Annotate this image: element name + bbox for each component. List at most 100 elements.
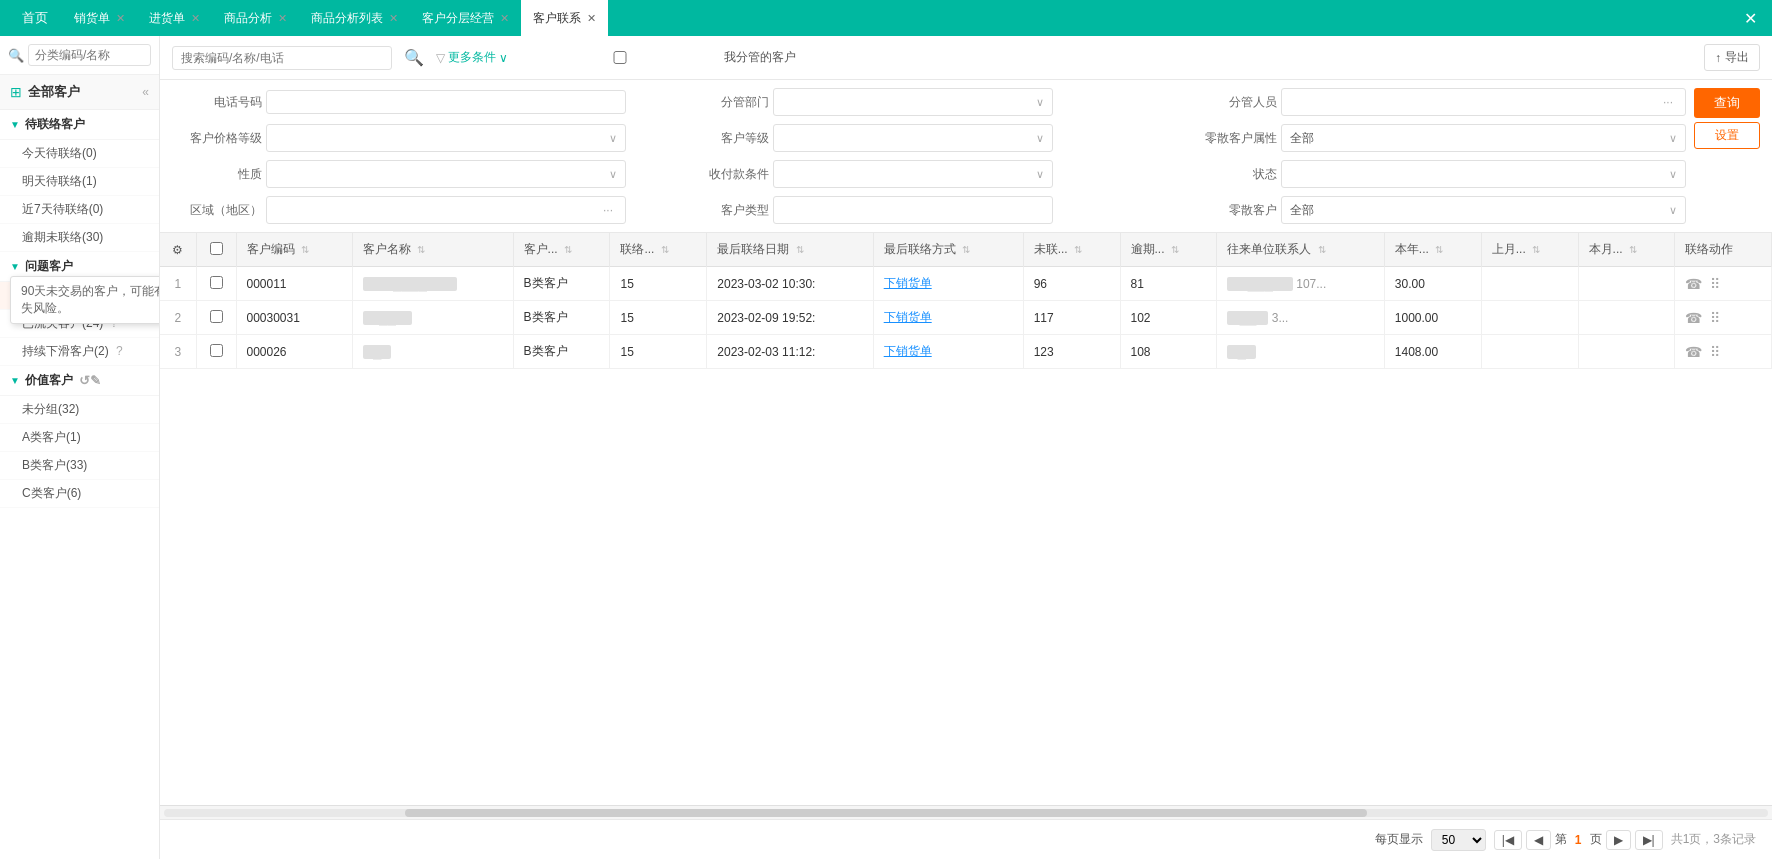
price-level-select[interactable]: ∨ [266, 124, 626, 152]
sidebar-item-today-pending[interactable]: 今天待联络(0) [0, 140, 159, 168]
settings-button[interactable]: 设置 [1694, 122, 1760, 149]
sidebar-item-overdue-pending[interactable]: 逾期未联络(30) [0, 224, 159, 252]
close-customer-segment-icon[interactable]: ✕ [500, 12, 509, 25]
customer-table: ⚙ 客户编码 ⇅ 客户名称 ⇅ [160, 233, 1772, 369]
scatter-attr-select[interactable]: 全部 ∨ [1281, 124, 1686, 152]
tab-purchase-order[interactable]: 进货单 ✕ [137, 0, 212, 36]
page-label: 第 [1555, 831, 1567, 848]
next-page-button[interactable]: ▶ [1606, 830, 1631, 850]
pending-contact-section[interactable]: ▼ 待联络客户 [0, 110, 159, 140]
scrollbar-track[interactable] [164, 809, 1768, 817]
row-2-way-link[interactable]: 下销货单 [884, 310, 932, 324]
sort-icon-thismonth[interactable]: ⇅ [1629, 244, 1637, 255]
dept-select[interactable]: ∨ [773, 88, 1053, 116]
row-2-code: 00030031 [236, 301, 352, 335]
my-customers-checkbox[interactable] [520, 51, 720, 64]
region-ellipsis-icon[interactable]: ··· [599, 203, 617, 217]
tab-product-analysis[interactable]: 商品分析 ✕ [212, 0, 299, 36]
sidebar-item-ungrouped[interactable]: 未分组(32) [0, 396, 159, 424]
row-checkbox-3[interactable] [196, 335, 236, 369]
row-1-contact-icon[interactable]: ☎ [1685, 276, 1702, 292]
sort-icon-notcontacted[interactable]: ⇅ [1074, 244, 1082, 255]
close-product-analysis-list-icon[interactable]: ✕ [389, 12, 398, 25]
value-customers-section[interactable]: ▼ 价值客户 ↺ ✎ [0, 366, 159, 396]
close-window-button[interactable]: ✕ [1736, 4, 1764, 32]
sort-icon-contact[interactable]: ⇅ [661, 244, 669, 255]
per-page-select[interactable]: 50 100 200 [1431, 829, 1486, 851]
row-1-way-link[interactable]: 下销货单 [884, 276, 932, 290]
row-3-way-link[interactable]: 下销货单 [884, 344, 932, 358]
row-2-checkbox[interactable] [210, 310, 223, 323]
phone-input[interactable] [266, 90, 626, 114]
prev-page-button[interactable]: ◀ [1526, 830, 1551, 850]
person-ellipsis-icon[interactable]: ··· [1659, 95, 1677, 109]
person-select[interactable]: ··· [1281, 88, 1686, 116]
status-select[interactable]: ∨ [1281, 160, 1686, 188]
tab-sales-order[interactable]: 销货单 ✕ [62, 0, 137, 36]
row-1-this-month [1578, 267, 1675, 301]
customer-type-select[interactable] [773, 196, 1053, 224]
select-all-checkbox[interactable] [210, 242, 223, 255]
sidebar-item-class-b[interactable]: B类客户(33) [0, 452, 159, 480]
row-num-2: 2 [160, 301, 196, 335]
table-settings-icon[interactable]: ⚙ [172, 243, 183, 257]
sidebar-item-tomorrow-pending[interactable]: 明天待联络(1) [0, 168, 159, 196]
query-button[interactable]: 查询 [1694, 88, 1760, 118]
export-button[interactable]: ↑ 导出 [1704, 44, 1760, 71]
row-3-contact-icon[interactable]: ☎ [1685, 344, 1702, 360]
sort-icon-name[interactable]: ⇅ [417, 244, 425, 255]
refresh-icon[interactable]: ↺ [79, 373, 90, 388]
sort-icon-thisyear[interactable]: ⇅ [1435, 244, 1443, 255]
row-2-way[interactable]: 下销货单 [873, 301, 1023, 335]
search-input[interactable] [172, 46, 392, 70]
close-customer-contact-icon[interactable]: ✕ [587, 12, 596, 25]
last-page-button[interactable]: ▶| [1635, 830, 1663, 850]
row-1-way[interactable]: 下销货单 [873, 267, 1023, 301]
tab-customer-contact[interactable]: 客户联系 ✕ [521, 0, 608, 36]
row-2-more-icon[interactable]: ⠿ [1710, 310, 1720, 326]
customer-level-select[interactable]: ∨ [773, 124, 1053, 152]
tab-customer-segment[interactable]: 客户分层经营 ✕ [410, 0, 521, 36]
row-3-more-icon[interactable]: ⠿ [1710, 344, 1720, 360]
search-button[interactable]: 🔍 [404, 48, 424, 67]
horizontal-scrollbar[interactable] [160, 805, 1772, 819]
sort-icon-level[interactable]: ⇅ [564, 244, 572, 255]
row-2-contact-icon[interactable]: ☎ [1685, 310, 1702, 326]
scrollbar-thumb[interactable] [405, 809, 1367, 817]
more-conditions-button[interactable]: ▽ 更多条件 ∨ [436, 49, 508, 66]
close-sales-order-icon[interactable]: ✕ [116, 12, 125, 25]
sort-icon-date[interactable]: ⇅ [796, 244, 804, 255]
row-1-checkbox[interactable] [210, 276, 223, 289]
sidebar-item-class-a[interactable]: A类客户(1) [0, 424, 159, 452]
first-page-button[interactable]: |◀ [1494, 830, 1522, 850]
payment-select[interactable]: ∨ [773, 160, 1053, 188]
sort-icon-way[interactable]: ⇅ [962, 244, 970, 255]
scatter-customer-select[interactable]: 全部 ∨ [1281, 196, 1686, 224]
tab-product-analysis-list[interactable]: 商品分析列表 ✕ [299, 0, 410, 36]
home-tab[interactable]: 首页 [8, 9, 62, 27]
col-checkbox[interactable] [196, 233, 236, 267]
region-select[interactable]: ··· [266, 196, 626, 224]
nature-select[interactable]: ∨ [266, 160, 626, 188]
sidebar-search-input[interactable] [28, 44, 151, 66]
sort-icon-person[interactable]: ⇅ [1318, 244, 1326, 255]
sidebar-item-class-c[interactable]: C类客户(6) [0, 480, 159, 508]
sort-icon-code[interactable]: ⇅ [301, 244, 309, 255]
sort-icon-lastmonth[interactable]: ⇅ [1532, 244, 1540, 255]
edit-icon[interactable]: ✎ [90, 373, 101, 388]
row-checkbox-1[interactable] [196, 267, 236, 301]
close-product-analysis-icon[interactable]: ✕ [278, 12, 287, 25]
row-checkbox-2[interactable] [196, 301, 236, 335]
row-3-overdue: 108 [1120, 335, 1217, 369]
col-settings[interactable]: ⚙ [160, 233, 196, 267]
row-3-checkbox[interactable] [210, 344, 223, 357]
close-purchase-order-icon[interactable]: ✕ [191, 12, 200, 25]
sidebar-item-7day-pending[interactable]: 近7天待联络(0) [0, 196, 159, 224]
row-3-way[interactable]: 下销货单 [873, 335, 1023, 369]
filter-payment-section: 收付款条件 ∨ [679, 160, 1178, 188]
sort-icon-overdue[interactable]: ⇅ [1171, 244, 1179, 255]
row-1-more-icon[interactable]: ⠿ [1710, 276, 1720, 292]
sidebar-item-declining[interactable]: 持续下滑客户(2) ? [0, 338, 159, 366]
all-customers-header[interactable]: ⊞ 全部客户 « [0, 75, 159, 110]
my-customers-checkbox-area[interactable]: 我分管的客户 [520, 49, 796, 66]
